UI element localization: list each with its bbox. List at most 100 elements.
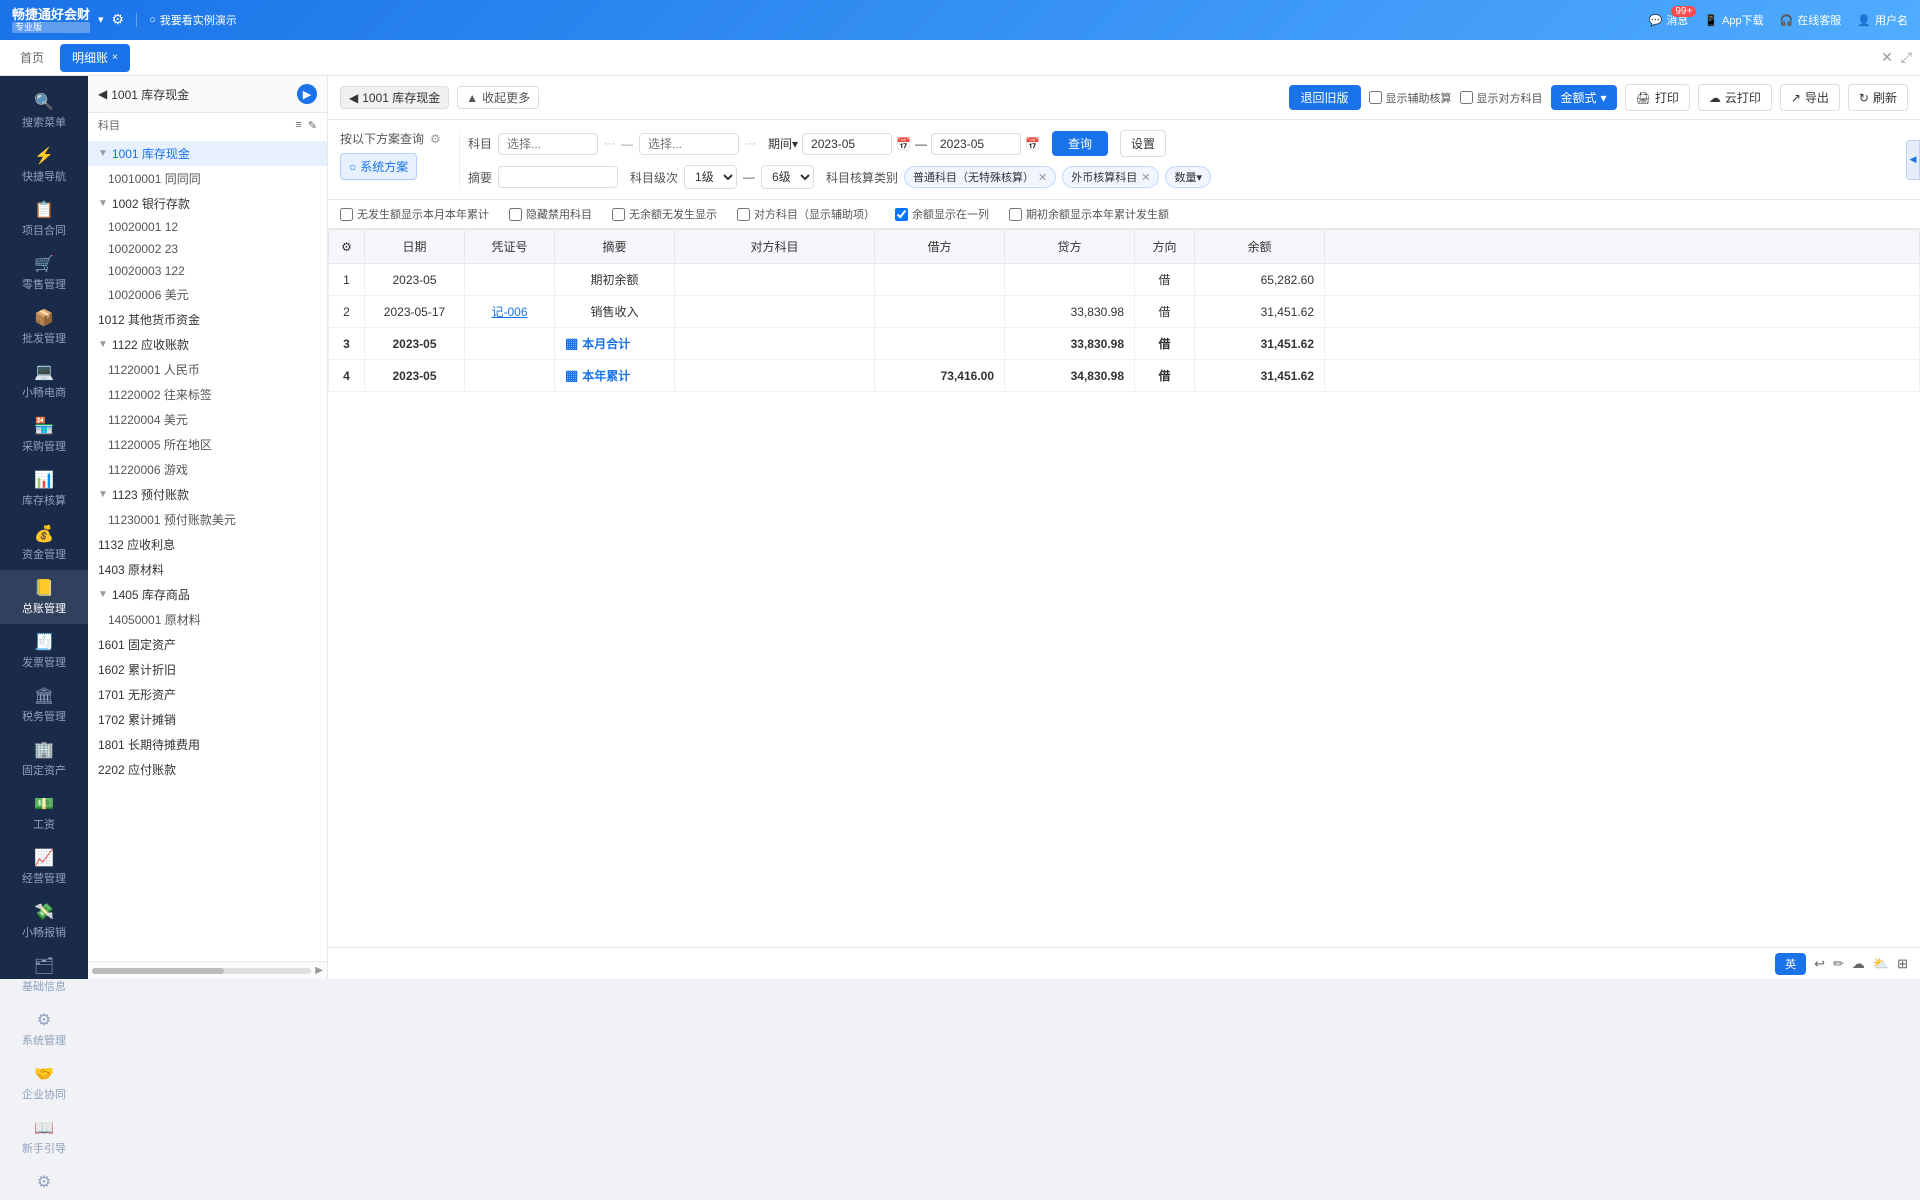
- expand-more-btn[interactable]: ▲ 收起更多: [457, 86, 539, 109]
- opt-no-balance-cb[interactable]: [612, 208, 625, 221]
- col-edit-icon[interactable]: ✎: [308, 119, 317, 132]
- cb-contra[interactable]: 显示对方科目: [1460, 90, 1543, 106]
- tree-item-1123[interactable]: ▼ 1123 预付账款: [88, 482, 327, 507]
- nav-item-invoice[interactable]: 🧾 发票管理: [0, 624, 88, 678]
- tree-item-2202[interactable]: 2202 应付账款: [88, 757, 327, 782]
- opt-balance-one-col-cb[interactable]: [895, 208, 908, 221]
- bottom-grid-icon[interactable]: ⊞: [1897, 956, 1908, 972]
- tree-item-1002[interactable]: ▼ 1002 银行存款: [88, 191, 327, 216]
- bottom-edit-icon[interactable]: ✏: [1833, 956, 1844, 972]
- tree-item-1122[interactable]: ▼ 1122 应收账款: [88, 332, 327, 357]
- tree-item-1701[interactable]: 1701 无形资产: [88, 682, 327, 707]
- nav-item-corp[interactable]: 🤝 企业协同: [0, 1056, 88, 1110]
- tree-item-11220002[interactable]: 11220002 往来标签: [88, 382, 327, 407]
- tag-foreign[interactable]: 外币核算科目 ✕: [1062, 166, 1159, 188]
- tag-ordinary-close[interactable]: ✕: [1038, 171, 1047, 184]
- topbar-gear-icon[interactable]: ⚙: [112, 11, 125, 28]
- bottom-undo-icon[interactable]: ↩: [1814, 956, 1825, 972]
- scheme-btn[interactable]: ○ 系统方案: [340, 153, 417, 180]
- demo-link[interactable]: ○ 我要看实例演示: [149, 12, 237, 28]
- period-start-input[interactable]: [802, 133, 892, 155]
- account-nav-forward-btn[interactable]: ▶: [297, 84, 317, 104]
- nav-item-tax[interactable]: 🏛 税务管理: [0, 678, 88, 732]
- period-calendar-start[interactable]: 📅: [896, 137, 911, 151]
- cb-auxiliary-input[interactable]: [1369, 91, 1382, 104]
- scrollbar-right-arrow[interactable]: ▶: [315, 965, 323, 976]
- tree-item-1132[interactable]: 1132 应收利息: [88, 532, 327, 557]
- tag-quantity[interactable]: 数量▾: [1165, 166, 1211, 188]
- cloud-print-btn[interactable]: ☁ 云打印: [1698, 84, 1772, 111]
- tabbar-close-icon[interactable]: ✕: [1881, 49, 1893, 66]
- tree-item-1702[interactable]: 1702 累计摊销: [88, 707, 327, 732]
- tree-item-10020001[interactable]: 10020001 12: [88, 216, 327, 238]
- nav-item-ecommerce[interactable]: 💻 小畅电商: [0, 354, 88, 408]
- nav-item-assets[interactable]: 🏢 固定资产: [0, 732, 88, 786]
- period-calendar-end[interactable]: 📅: [1025, 137, 1040, 151]
- tag-foreign-close[interactable]: ✕: [1141, 171, 1150, 184]
- breadcrumb-tag[interactable]: ◀ 1001 库存现金: [340, 86, 449, 109]
- nav-item-salary[interactable]: 💵 工资: [0, 786, 88, 840]
- nav-item-inventory[interactable]: 📊 库存核算: [0, 462, 88, 516]
- nav-item-wholesale[interactable]: 📦 批发管理: [0, 300, 88, 354]
- tree-item-10010001[interactable]: 10010001 同同同: [88, 166, 327, 191]
- nav-item-ledger[interactable]: 📒 总账管理: [0, 570, 88, 624]
- cb-auxiliary[interactable]: 显示辅助核算: [1369, 90, 1452, 106]
- tree-scrollbar-h[interactable]: ▶: [88, 961, 327, 979]
- online-service-btn[interactable]: 🎧 在线客服: [1780, 12, 1842, 28]
- cb-contra-input[interactable]: [1460, 91, 1473, 104]
- tree-item-10020006[interactable]: 10020006 美元: [88, 282, 327, 307]
- opt-contra-subject-cb[interactable]: [737, 208, 750, 221]
- opt-contra-subject[interactable]: 对方科目（显示辅助项）: [737, 206, 875, 222]
- level-end-select[interactable]: 6级: [761, 165, 814, 189]
- tree-item-1405[interactable]: ▼ 1405 库存商品: [88, 582, 327, 607]
- tree-item-11220006[interactable]: 11220006 游戏: [88, 457, 327, 482]
- opt-balance-one-col[interactable]: 余额显示在一列: [895, 206, 989, 222]
- opt-no-balance[interactable]: 无余额无发生显示: [612, 206, 717, 222]
- nav-item-xcsales[interactable]: 💸 小畅报销: [0, 894, 88, 948]
- nav-item-retail[interactable]: 🛒 零售管理: [0, 246, 88, 300]
- tree-item-1403[interactable]: 1403 原材料: [88, 557, 327, 582]
- opt-no-occurrence-cb[interactable]: [340, 208, 353, 221]
- app-download-btn[interactable]: 📱 App下载: [1704, 12, 1763, 28]
- export-btn[interactable]: ↗ 导出: [1780, 84, 1840, 111]
- nav-item-guide[interactable]: 📖 新手引导: [0, 1110, 88, 1164]
- tab-detail[interactable]: 明细账 ×: [60, 44, 130, 72]
- tree-item-1602[interactable]: 1602 累计折旧: [88, 657, 327, 682]
- message-btn[interactable]: 💬 消息 99+: [1649, 12, 1689, 28]
- query-btn[interactable]: 查询: [1052, 131, 1108, 156]
- tree-item-1801[interactable]: 1801 长期待摊费用: [88, 732, 327, 757]
- nav-item-purchase[interactable]: 🏪 采购管理: [0, 408, 88, 462]
- level-start-select[interactable]: 1级 2级: [684, 165, 737, 189]
- nav-item-capital[interactable]: 💰 资金管理: [0, 516, 88, 570]
- opt-hide-disabled-cb[interactable]: [509, 208, 522, 221]
- tree-item-11230001[interactable]: 11230001 预付账款美元: [88, 507, 327, 532]
- language-toggle-btn[interactable]: 英: [1775, 953, 1806, 975]
- col-list-icon[interactable]: ≡: [295, 119, 301, 132]
- filter-collapse-btn[interactable]: ◀: [1906, 140, 1920, 180]
- back-old-version-btn[interactable]: 退回旧版: [1289, 85, 1361, 110]
- nav-item-base[interactable]: 🗂 基础信息: [0, 948, 88, 1002]
- tabbar-expand-icon[interactable]: ⤢: [1901, 49, 1912, 66]
- tree-item-14050001[interactable]: 14050001 原材料: [88, 607, 327, 632]
- tab-close-icon[interactable]: ×: [112, 52, 118, 63]
- nav-item-operations[interactable]: 📈 经营管理: [0, 840, 88, 894]
- opt-no-occurrence[interactable]: 无发生额显示本月本年累计: [340, 206, 489, 222]
- print-btn[interactable]: 🖨 打印: [1625, 84, 1690, 111]
- scheme-settings-icon[interactable]: ⚙: [430, 132, 441, 146]
- format-btn[interactable]: 金额式 ▾: [1551, 85, 1617, 110]
- opt-hide-disabled[interactable]: 隐藏禁用科目: [509, 206, 592, 222]
- summary-input[interactable]: [498, 166, 618, 188]
- nav-item-project[interactable]: 📋 项目合同: [0, 192, 88, 246]
- nav-bottom-settings[interactable]: ⚙: [33, 1164, 55, 1200]
- subject-input[interactable]: [498, 133, 598, 155]
- opt-opening-balance-cb[interactable]: [1009, 208, 1022, 221]
- tree-item-10020003[interactable]: 10020003 122: [88, 260, 327, 282]
- user-avatar[interactable]: 👤 用户名: [1857, 12, 1908, 28]
- setting-btn[interactable]: 设置: [1120, 130, 1166, 157]
- tree-item-10020002[interactable]: 10020002 23: [88, 238, 327, 260]
- tree-item-11220005[interactable]: 11220005 所在地区: [88, 432, 327, 457]
- period-end-input[interactable]: [931, 133, 1021, 155]
- nav-item-system[interactable]: ⚙ 系统管理: [0, 1002, 88, 1056]
- th-settings[interactable]: ⚙: [329, 230, 365, 264]
- topbar-dropdown-icon[interactable]: ▾: [98, 13, 104, 26]
